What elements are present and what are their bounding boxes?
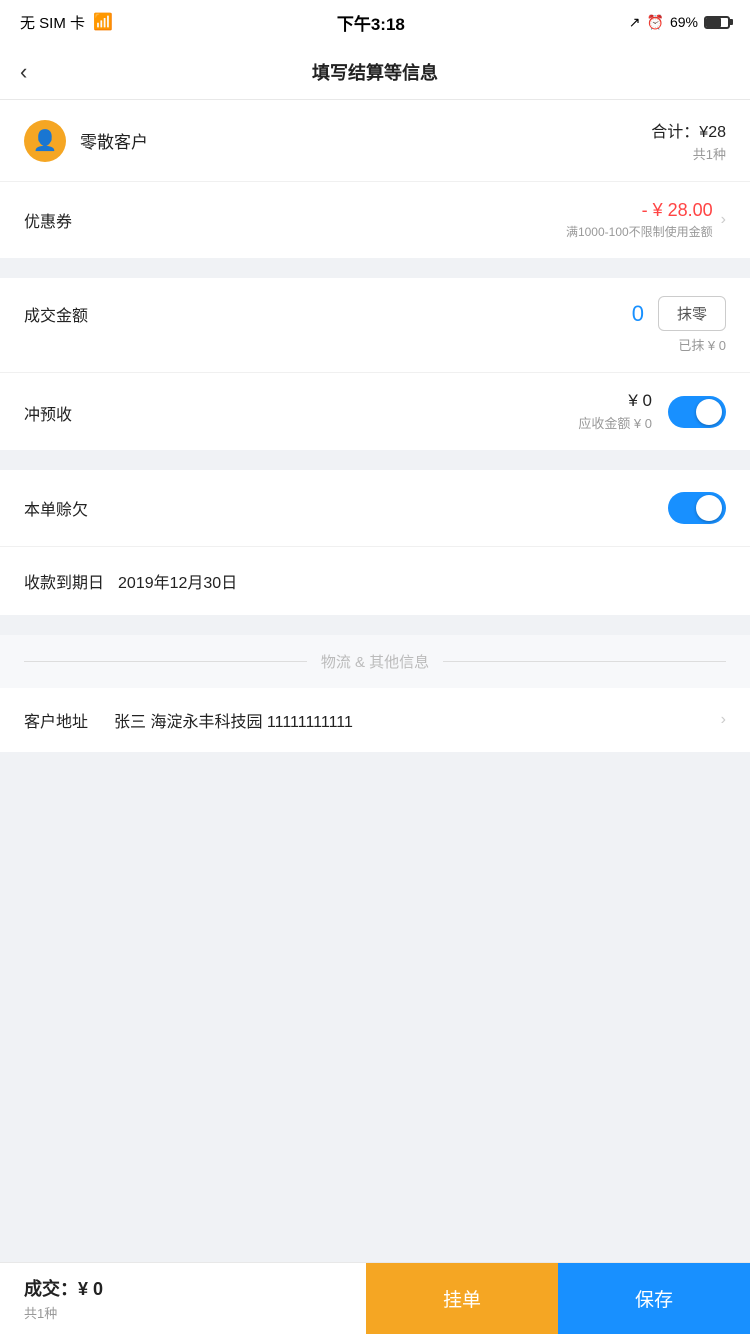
bottom-info: 成交：¥ 0 共1种: [0, 1263, 366, 1334]
address-chevron-icon: ›: [721, 711, 726, 729]
advance-right: ¥ 0 应收金额 ¥ 0: [578, 391, 726, 432]
customer-right: 合计：¥28 共1种: [651, 118, 726, 163]
logistics-header: 物流 & 其他信息: [0, 635, 750, 688]
section-divider-3: [0, 625, 750, 635]
location-icon: ↗: [629, 14, 641, 31]
bottom-count: 共1种: [24, 1303, 342, 1322]
coupon-row[interactable]: 优惠券 - ¥ 28.00 满1000-100不限制使用金额 ›: [0, 181, 750, 258]
customer-name: 零散客户: [80, 128, 148, 153]
status-time: 下午3:18: [337, 10, 405, 35]
deal-value-row: 0 抹零: [632, 296, 726, 331]
avatar-icon: 👤: [33, 128, 58, 153]
deal-value: 0: [632, 301, 644, 327]
logistics-title: 物流 & 其他信息: [321, 651, 429, 672]
customer-section: 👤 零散客户 合计：¥28 共1种 优惠券 - ¥ 28.00 满1000-10…: [0, 100, 750, 258]
coupon-info: - ¥ 28.00 满1000-100不限制使用金额: [566, 200, 713, 240]
customer-left: 👤 零散客户: [24, 120, 148, 162]
address-label: 客户地址: [24, 708, 104, 732]
status-bar: 无 SIM 卡 📶 下午3:18 ↗ ⏰ 69%: [0, 0, 750, 44]
credit-toggle-knob: [696, 495, 722, 521]
logistics-divider: 物流 & 其他信息: [24, 651, 726, 672]
back-button[interactable]: ‹: [20, 59, 27, 85]
credit-section: 本单赊欠 收款到期日 2019年12月30日: [0, 470, 750, 615]
carrier-text: 无 SIM 卡: [20, 12, 85, 33]
deal-right: 0 抹零 已抹 ¥ 0: [632, 296, 726, 354]
due-label: 收款到期日: [24, 569, 104, 593]
bottom-deal: 成交：¥ 0: [24, 1275, 342, 1301]
battery-icon: [704, 16, 730, 29]
address-row[interactable]: 客户地址 张三 海淀永丰科技园 11111111111 ›: [0, 688, 750, 752]
customer-count: 共1种: [651, 144, 726, 163]
round-button[interactable]: 抹零: [658, 296, 726, 331]
spacer: [0, 762, 750, 882]
due-value: 2019年12月30日: [118, 569, 237, 593]
coupon-amount: - ¥ 28.00: [566, 200, 713, 221]
advance-sub: 应收金额 ¥ 0: [578, 413, 652, 432]
advance-row: 冲预收 ¥ 0 应收金额 ¥ 0: [0, 372, 750, 450]
section-divider-2: [0, 460, 750, 470]
deal-sub: 已抹 ¥ 0: [678, 335, 726, 354]
hold-button[interactable]: 挂单: [366, 1263, 558, 1334]
advance-toggle[interactable]: [668, 396, 726, 428]
bottom-bar: 成交：¥ 0 共1种 挂单 保存: [0, 1262, 750, 1334]
bottom-deal-value: ¥ 0: [78, 1279, 103, 1299]
nav-bar: ‹ 填写结算等信息: [0, 44, 750, 100]
section-divider-1: [0, 268, 750, 278]
toggle-knob: [696, 399, 722, 425]
divider-line-left: [24, 661, 307, 662]
save-button[interactable]: 保存: [558, 1263, 750, 1334]
advance-amount: ¥ 0: [578, 391, 652, 411]
customer-total: 合计：¥28: [651, 118, 726, 142]
page-title: 填写结算等信息: [312, 59, 438, 85]
coupon-chevron-icon: ›: [721, 211, 726, 229]
credit-toggle[interactable]: [668, 492, 726, 524]
due-row: 收款到期日 2019年12月30日: [0, 546, 750, 615]
divider-line-right: [443, 661, 726, 662]
advance-values: ¥ 0 应收金额 ¥ 0: [578, 391, 652, 432]
status-right: ↗ ⏰ 69%: [629, 14, 730, 31]
logistics-section: 物流 & 其他信息 客户地址 张三 海淀永丰科技园 11111111111 ›: [0, 635, 750, 752]
content: 👤 零散客户 合计：¥28 共1种 优惠券 - ¥ 28.00 满1000-10…: [0, 100, 750, 882]
battery-text: 69%: [670, 14, 698, 30]
avatar: 👤: [24, 120, 66, 162]
deal-label: 成交金额: [24, 302, 88, 326]
coupon-desc: 满1000-100不限制使用金额: [566, 223, 713, 240]
bottom-deal-label: 成交：: [24, 1279, 78, 1299]
deal-section: 成交金额 0 抹零 已抹 ¥ 0 冲预收 ¥ 0 应收金额 ¥ 0: [0, 278, 750, 450]
credit-label: 本单赊欠: [24, 496, 88, 520]
alarm-icon: ⏰: [647, 14, 664, 31]
address-value: 张三 海淀永丰科技园 11111111111: [104, 708, 721, 732]
coupon-label: 优惠券: [24, 208, 72, 232]
customer-row: 👤 零散客户 合计：¥28 共1种: [0, 100, 750, 181]
coupon-right: - ¥ 28.00 满1000-100不限制使用金额 ›: [566, 200, 726, 240]
wifi-icon: 📶: [93, 12, 113, 32]
deal-row: 成交金额 0 抹零 已抹 ¥ 0: [0, 278, 750, 372]
status-left: 无 SIM 卡 📶: [20, 12, 113, 33]
advance-label: 冲预收: [24, 401, 72, 425]
credit-row: 本单赊欠: [0, 470, 750, 546]
